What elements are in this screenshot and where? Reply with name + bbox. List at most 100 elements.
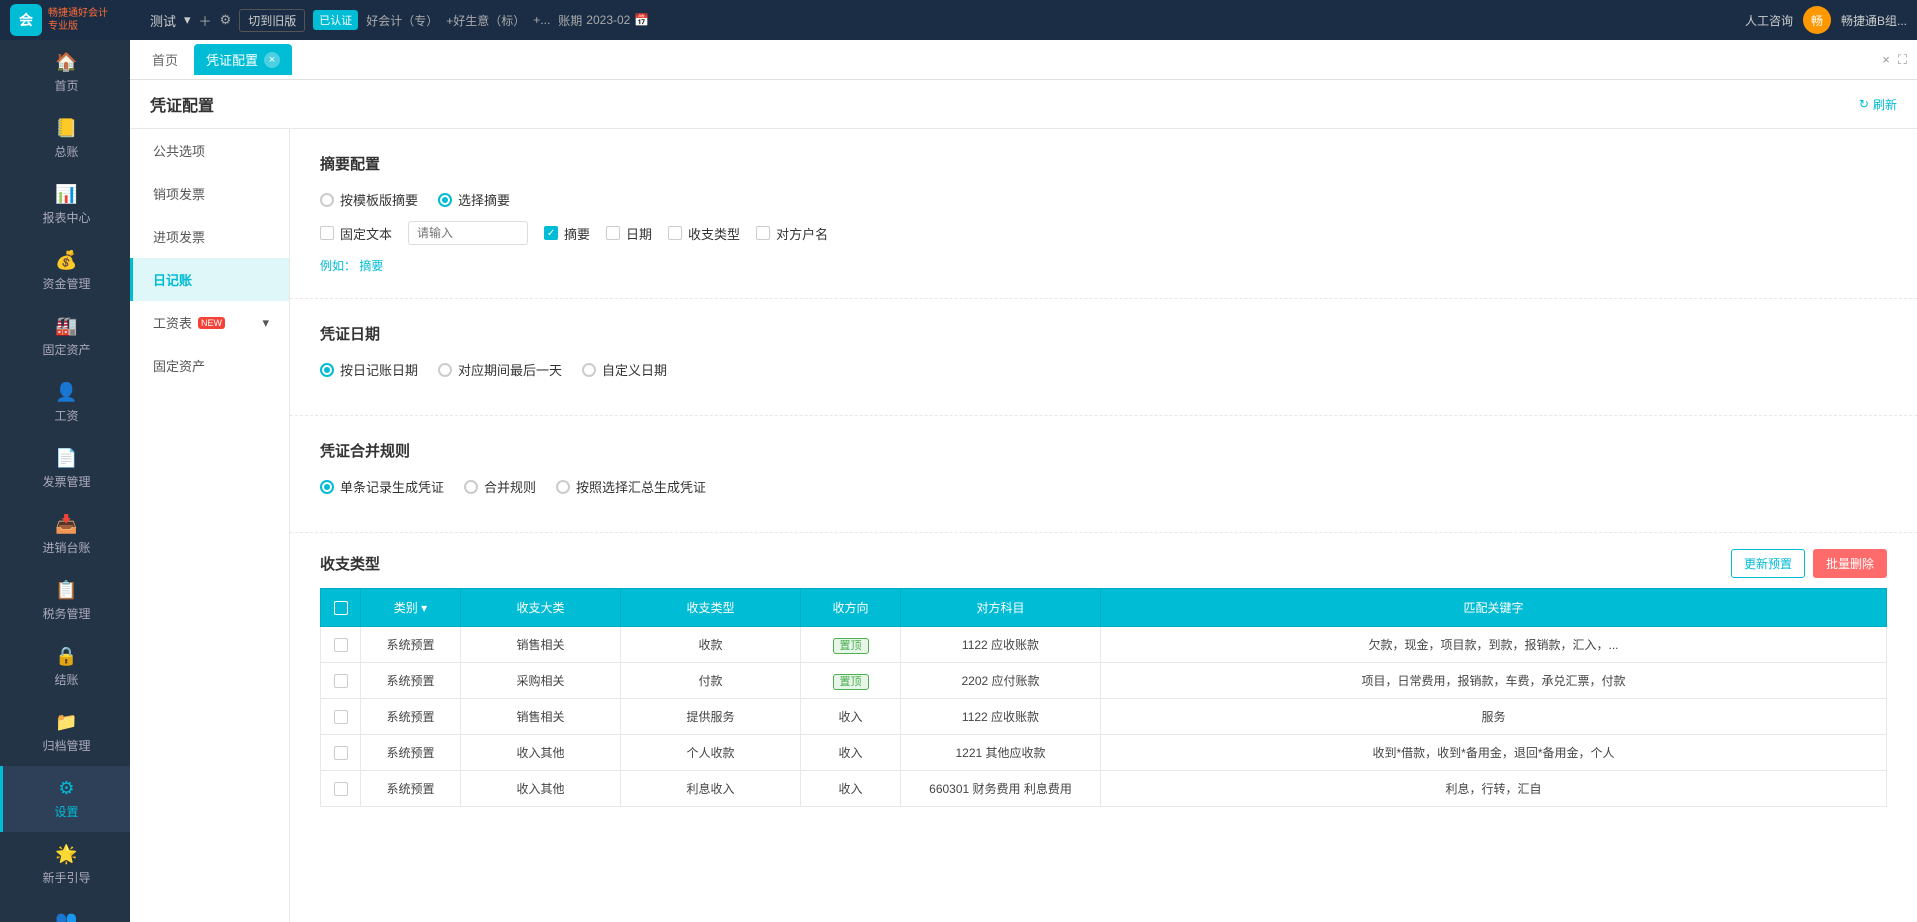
radio-template-summary[interactable]: 按模板版摘要 [320, 190, 418, 209]
row-checkbox-cell[interactable] [321, 699, 361, 735]
consult-label[interactable]: 人工咨询 [1745, 12, 1793, 29]
date-radio-group: 按日记账日期 对应期间最后一天 自定义日期 [320, 360, 1887, 379]
row-checkbox[interactable] [334, 638, 348, 652]
row-checkbox-cell[interactable] [321, 627, 361, 663]
tab-close-icon[interactable]: × [264, 52, 280, 68]
sidebar-item-home[interactable]: 🏠 首页 [0, 40, 130, 106]
checkbox-counterpart[interactable]: 对方户名 [756, 224, 828, 243]
tab-home[interactable]: 首页 [140, 44, 190, 75]
close-period-icon: 🔒 [55, 646, 77, 667]
row-keywords: 服务 [1101, 699, 1887, 735]
nav-item-public[interactable]: 公共选项 [130, 129, 289, 172]
sidebar-item-close[interactable]: 🔒 结账 [0, 634, 130, 700]
nav-item-diary[interactable]: 日记账 [130, 258, 289, 301]
sidebar-item-tax[interactable]: 📋 税务管理 [0, 568, 130, 634]
window-expand-icon[interactable]: ⛶ [1898, 52, 1907, 68]
radio-period-last[interactable]: 对应期间最后一天 [438, 360, 562, 379]
dropdown-icon[interactable]: ▾ [184, 12, 191, 28]
checkbox-box-counterpart [756, 226, 770, 240]
sidebar-item-purchase-sales[interactable]: 📥 进销台账 [0, 502, 130, 568]
row-category: 系统预置 [361, 735, 461, 771]
sidebar-label-ledger: 总账 [54, 143, 78, 160]
update-preset-button[interactable]: 更新预置 [1731, 549, 1805, 578]
plus-icon[interactable]: ＋ [199, 11, 212, 30]
user-name: 畅捷通B组... [1841, 12, 1907, 29]
checkbox-fixed-text[interactable]: 固定文本 [320, 224, 392, 243]
settings-icon[interactable]: ⚙ [220, 12, 232, 28]
row-checkbox-cell[interactable] [321, 771, 361, 807]
merge-section: 凭证合并规则 单条记录生成凭证 合并规则 按照选择汇总生成凭证 [290, 416, 1917, 533]
business-tag: +好生意（标） [446, 12, 525, 29]
th-type: 收支类型 [621, 589, 801, 627]
checkbox-box-summary: ✓ [544, 226, 558, 240]
sidebar-item-member[interactable]: 👥 畅会员 [0, 898, 130, 922]
fixed-assets-icon: 🏭 [55, 316, 77, 337]
checkbox-date[interactable]: 日期 [606, 224, 652, 243]
row-type: 个人收款 [621, 735, 801, 771]
sidebar-item-settings[interactable]: ⚙ 设置 [0, 766, 130, 832]
arrow-icon: ▾ [262, 315, 269, 331]
checkbox-box-date [606, 226, 620, 240]
summary-radio-group: 按模板版摘要 选择摘要 [320, 190, 1887, 209]
sidebar-item-funds[interactable]: 💰 资金管理 [0, 238, 130, 304]
row-checkbox[interactable] [334, 782, 348, 796]
nav-item-fixed-assets-nav[interactable]: 固定资产 [130, 344, 289, 387]
sidebar-label-fixed-assets: 固定资产 [42, 341, 90, 358]
switch-version-button[interactable]: 切到旧版 [239, 9, 305, 32]
reports-icon: 📊 [55, 184, 77, 205]
radio-custom-date[interactable]: 自定义日期 [582, 360, 667, 379]
row-checkbox[interactable] [334, 746, 348, 760]
radio-diary-label: 按日记账日期 [340, 360, 418, 379]
page-title: 凭证配置 [150, 92, 214, 116]
nav-label-fixed-assets-nav: 固定资产 [153, 356, 205, 375]
radio-select-merge[interactable]: 按照选择汇总生成凭证 [556, 477, 706, 496]
select-all-checkbox[interactable] [334, 601, 348, 615]
ledger-icon: 📒 [55, 118, 77, 139]
radio-select-summary[interactable]: 选择摘要 [438, 190, 510, 209]
tab-bar: 首页 凭证配置 × × ⛶ [130, 40, 1917, 80]
calendar-icon[interactable]: 📅 [634, 13, 649, 27]
sidebar-item-payroll[interactable]: 👤 工资 [0, 370, 130, 436]
sidebar-item-guide[interactable]: 🌟 新手引导 [0, 832, 130, 898]
inner-layout: 公共选项 销项发票 进项发票 日记账 工资表 NEW ▾ 固定资产 [130, 129, 1917, 922]
payroll-icon: 👤 [55, 382, 77, 403]
sidebar-item-reports[interactable]: 📊 报表中心 [0, 172, 130, 238]
home-icon: 🏠 [55, 52, 77, 73]
tab-voucher-config[interactable]: 凭证配置 × [194, 44, 292, 75]
sidebar-item-general-ledger[interactable]: 📒 总账 [0, 106, 130, 172]
row-checkbox[interactable] [334, 710, 348, 724]
checkbox-summary[interactable]: ✓ 摘要 [544, 224, 590, 243]
row-direction: 收入 [801, 735, 901, 771]
radio-single-voucher[interactable]: 单条记录生成凭证 [320, 477, 444, 496]
avatar[interactable]: 畅 [1803, 6, 1831, 34]
period-info: 账期 2023-02 📅 [558, 12, 649, 29]
radio-merge-rule[interactable]: 合并规则 [464, 477, 536, 496]
row-account: 1122 应收账款 [901, 627, 1101, 663]
top-tag[interactable]: 置顶 [833, 674, 869, 690]
refresh-button[interactable]: ↻ 刷新 [1859, 96, 1897, 113]
row-checkbox[interactable] [334, 674, 348, 688]
radio-template-label: 按模板版摘要 [340, 190, 418, 209]
th-checkbox[interactable] [321, 589, 361, 627]
radio-diary-date[interactable]: 按日记账日期 [320, 360, 418, 379]
sidebar-item-archive[interactable]: 📁 归档管理 [0, 700, 130, 766]
tab-window-actions: × ⛶ [1882, 52, 1907, 68]
sidebar-item-invoice[interactable]: 📄 发票管理 [0, 436, 130, 502]
row-checkbox-cell[interactable] [321, 663, 361, 699]
table-row: 系统预置 收入其他 利息收入 收入 660301 财务费用 利息费用 利息，行转… [321, 771, 1887, 807]
window-close-icon[interactable]: × [1882, 52, 1890, 68]
company-name: 测试 [150, 11, 176, 30]
batch-delete-button[interactable]: 批量删除 [1813, 549, 1887, 578]
nav-item-purchase-invoice[interactable]: 进项发票 [130, 215, 289, 258]
nav-item-sales-invoice[interactable]: 销项发票 [130, 172, 289, 215]
nav-item-payroll-table[interactable]: 工资表 NEW ▾ [130, 301, 289, 344]
sidebar-item-fixed-assets[interactable]: 🏭 固定资产 [0, 304, 130, 370]
fixed-text-input[interactable] [408, 221, 528, 245]
page-header: 凭证配置 ↻ 刷新 [130, 80, 1917, 129]
checkbox-type[interactable]: 收支类型 [668, 224, 740, 243]
checkbox-fixed-label: 固定文本 [340, 224, 392, 243]
sidebar-label-tax: 税务管理 [42, 605, 90, 622]
row-checkbox-cell[interactable] [321, 735, 361, 771]
sidebar-label-settings: 设置 [54, 803, 78, 820]
top-tag[interactable]: 置顶 [833, 638, 869, 654]
